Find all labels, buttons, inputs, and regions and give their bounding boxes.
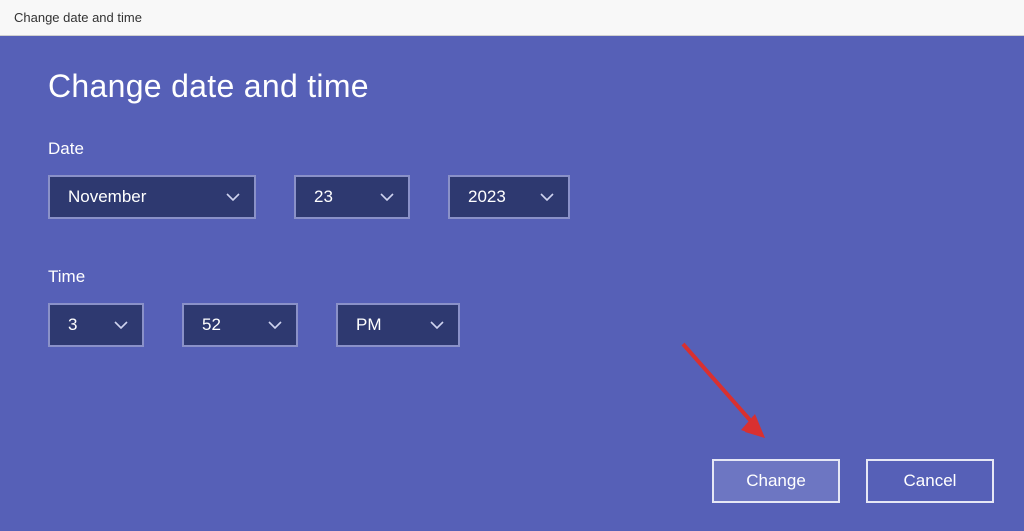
year-dropdown[interactable]: 2023 xyxy=(448,175,570,219)
dialog-content: Change date and time Date November 23 20… xyxy=(0,36,1024,531)
ampm-dropdown[interactable]: PM xyxy=(336,303,460,347)
day-dropdown[interactable]: 23 xyxy=(294,175,410,219)
chevron-down-icon xyxy=(268,318,282,332)
time-label: Time xyxy=(48,267,976,287)
annotation-arrow-icon xyxy=(675,336,785,456)
chevron-down-icon xyxy=(114,318,128,332)
time-row: 3 52 PM xyxy=(48,303,976,347)
cancel-button[interactable]: Cancel xyxy=(866,459,994,503)
chevron-down-icon xyxy=(380,190,394,204)
minute-dropdown[interactable]: 52 xyxy=(182,303,298,347)
minute-value: 52 xyxy=(202,315,221,335)
month-value: November xyxy=(68,187,146,207)
hour-dropdown[interactable]: 3 xyxy=(48,303,144,347)
year-value: 2023 xyxy=(468,187,506,207)
titlebar: Change date and time xyxy=(0,0,1024,36)
chevron-down-icon xyxy=(430,318,444,332)
change-button[interactable]: Change xyxy=(712,459,840,503)
date-label: Date xyxy=(48,139,976,159)
month-dropdown[interactable]: November xyxy=(48,175,256,219)
chevron-down-icon xyxy=(540,190,554,204)
hour-value: 3 xyxy=(68,315,77,335)
chevron-down-icon xyxy=(226,190,240,204)
window-title: Change date and time xyxy=(14,10,142,25)
date-row: November 23 2023 xyxy=(48,175,976,219)
dialog-buttons: Change Cancel xyxy=(712,459,994,503)
day-value: 23 xyxy=(314,187,333,207)
ampm-value: PM xyxy=(356,315,382,335)
page-title: Change date and time xyxy=(48,68,976,105)
